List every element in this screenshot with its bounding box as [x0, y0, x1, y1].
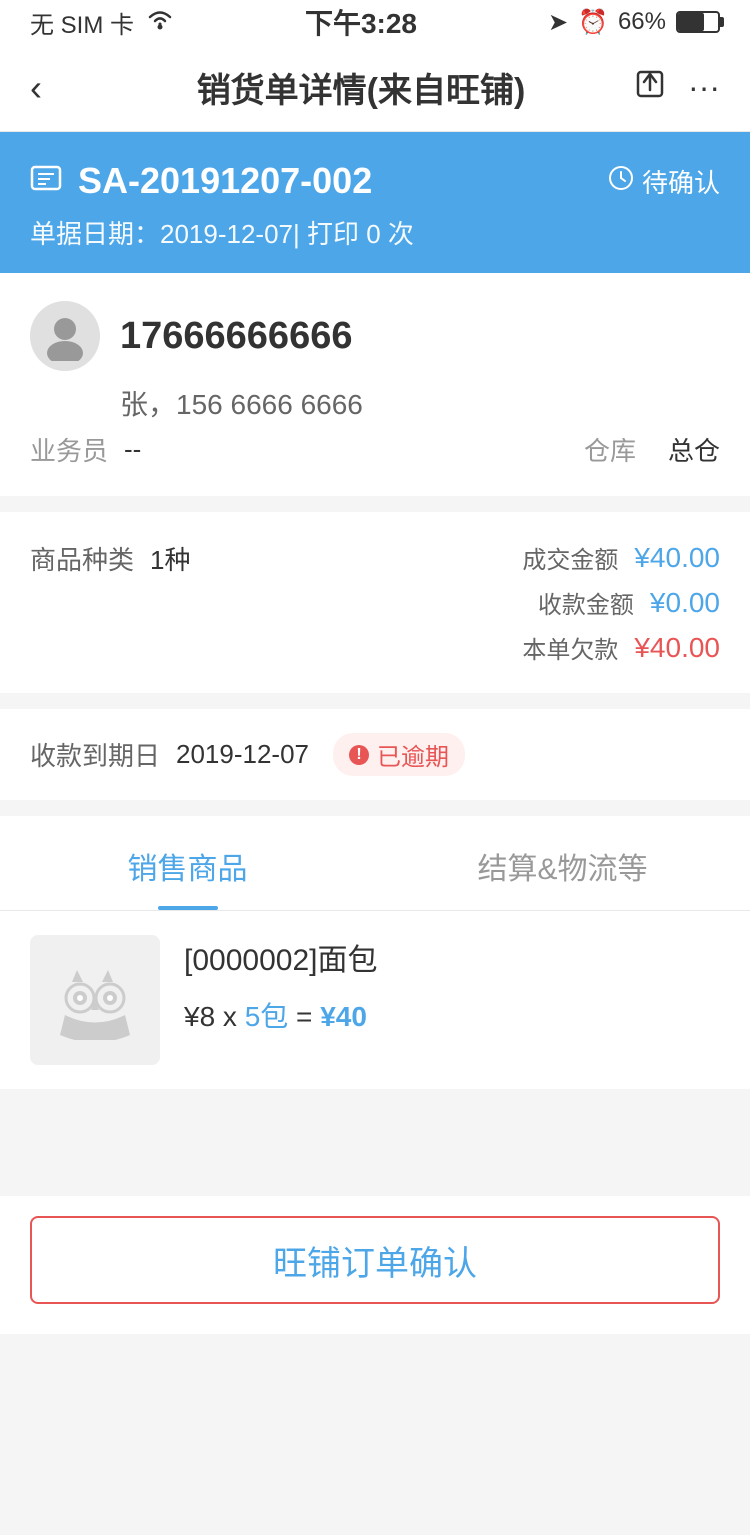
transaction-amount: ¥40.00	[634, 542, 720, 574]
order-date: 单据日期：2019-12-07| 打印 0 次	[30, 214, 720, 251]
clock-icon	[608, 165, 634, 198]
tabs-container: 销售商品 结算&物流等	[0, 816, 750, 911]
alarm-icon: ⏰	[578, 8, 608, 37]
overdue-badge: ! 已逾期	[333, 733, 465, 776]
location-icon: ➤	[548, 8, 568, 37]
received-amount: ¥0.00	[650, 587, 720, 619]
battery-icon	[676, 11, 720, 33]
customer-top: 17666666666	[30, 301, 720, 371]
product-type-label: 商品种类	[30, 540, 134, 577]
nav-bar: ‹ 销货单详情(来自旺铺) ···	[0, 44, 750, 132]
product-image: +	[30, 935, 160, 1065]
tab-settlement[interactable]: 结算&物流等	[375, 816, 750, 910]
price-base: ¥8 x	[184, 1001, 245, 1032]
page-title: 销货单详情(来自旺铺)	[197, 63, 526, 112]
avatar	[30, 301, 100, 371]
received-label: 收款金额	[538, 585, 634, 620]
status-left: 无 SIM 卡	[30, 5, 174, 40]
overdue-text: 已逾期	[377, 737, 449, 772]
wifi-icon	[146, 8, 174, 37]
order-number: SA-20191207-002	[30, 160, 372, 202]
product-info: [0000002]面包 ¥8 x 5包 = ¥40	[184, 935, 720, 1035]
order-status: 待确认	[608, 163, 720, 200]
order-header: SA-20191207-002 待确认 单据日期：2019-12-07| 打印 …	[0, 132, 750, 273]
back-button[interactable]: ‹	[30, 67, 90, 109]
share-icon[interactable]	[632, 66, 668, 110]
carrier-text: 无 SIM 卡	[30, 5, 134, 40]
customer-phone: 17666666666	[120, 315, 352, 358]
bottom-area: 旺铺订单确认	[0, 1196, 750, 1334]
tab-underline	[158, 906, 218, 910]
price-qty: 5包	[245, 1001, 289, 1032]
stats-card: 商品种类 1种 成交金额 ¥40.00 收款金额 ¥0.00 本单欠款 ¥40.…	[0, 512, 750, 693]
debt-label: 本单欠款	[522, 630, 618, 665]
salesperson-label: 业务员	[30, 431, 108, 468]
debt-amount: ¥40.00	[634, 632, 720, 664]
transaction-label: 成交金额	[522, 540, 618, 575]
due-date-card: 收款到期日 2019-12-07 ! 已逾期	[0, 709, 750, 800]
order-number-row: SA-20191207-002 待确认	[30, 160, 720, 202]
product-price: ¥8 x 5包 = ¥40	[184, 995, 720, 1035]
transaction-row: 成交金额 ¥40.00	[522, 540, 720, 575]
product-name: [0000002]面包	[184, 935, 720, 979]
nav-actions: ···	[632, 66, 720, 110]
status-bar: 无 SIM 卡 下午3:28 ➤ ⏰ 66%	[0, 0, 750, 44]
order-icon	[30, 160, 66, 202]
product-type: 商品种类 1种	[30, 540, 522, 577]
price-total: ¥40	[320, 1001, 367, 1032]
product-type-value: 1种	[150, 540, 190, 577]
status-text: 待确认	[642, 163, 720, 200]
battery-percent: 66%	[618, 8, 666, 36]
customer-info-row: 业务员 -- 仓库 总仓	[30, 431, 720, 468]
received-row: 收款金额 ¥0.00	[538, 585, 720, 620]
warehouse-value: 总仓	[668, 431, 720, 468]
svg-text:+: +	[103, 1023, 115, 1040]
overdue-icon: !	[349, 745, 369, 765]
status-right: ➤ ⏰ 66%	[548, 8, 720, 37]
confirm-order-button[interactable]: 旺铺订单确认	[30, 1216, 720, 1304]
tab-sales-products[interactable]: 销售商品	[0, 816, 375, 910]
status-time: 下午3:28	[305, 2, 417, 42]
customer-name: 张，156 6666 6666	[30, 383, 720, 423]
amount-stats: 成交金额 ¥40.00 收款金额 ¥0.00 本单欠款 ¥40.00	[522, 540, 720, 665]
debt-row: 本单欠款 ¥40.00	[522, 630, 720, 665]
warehouse-label: 仓库	[584, 431, 636, 468]
product-card: + [0000002]面包 ¥8 x 5包 = ¥40	[0, 911, 750, 1089]
more-icon[interactable]: ···	[688, 69, 720, 106]
due-label: 收款到期日	[30, 736, 160, 773]
due-date-value: 2019-12-07	[176, 739, 309, 770]
customer-card: 17666666666 张，156 6666 6666 业务员 -- 仓库 总仓	[0, 273, 750, 496]
salesperson-value: --	[124, 434, 141, 465]
price-equals: =	[288, 1001, 320, 1032]
